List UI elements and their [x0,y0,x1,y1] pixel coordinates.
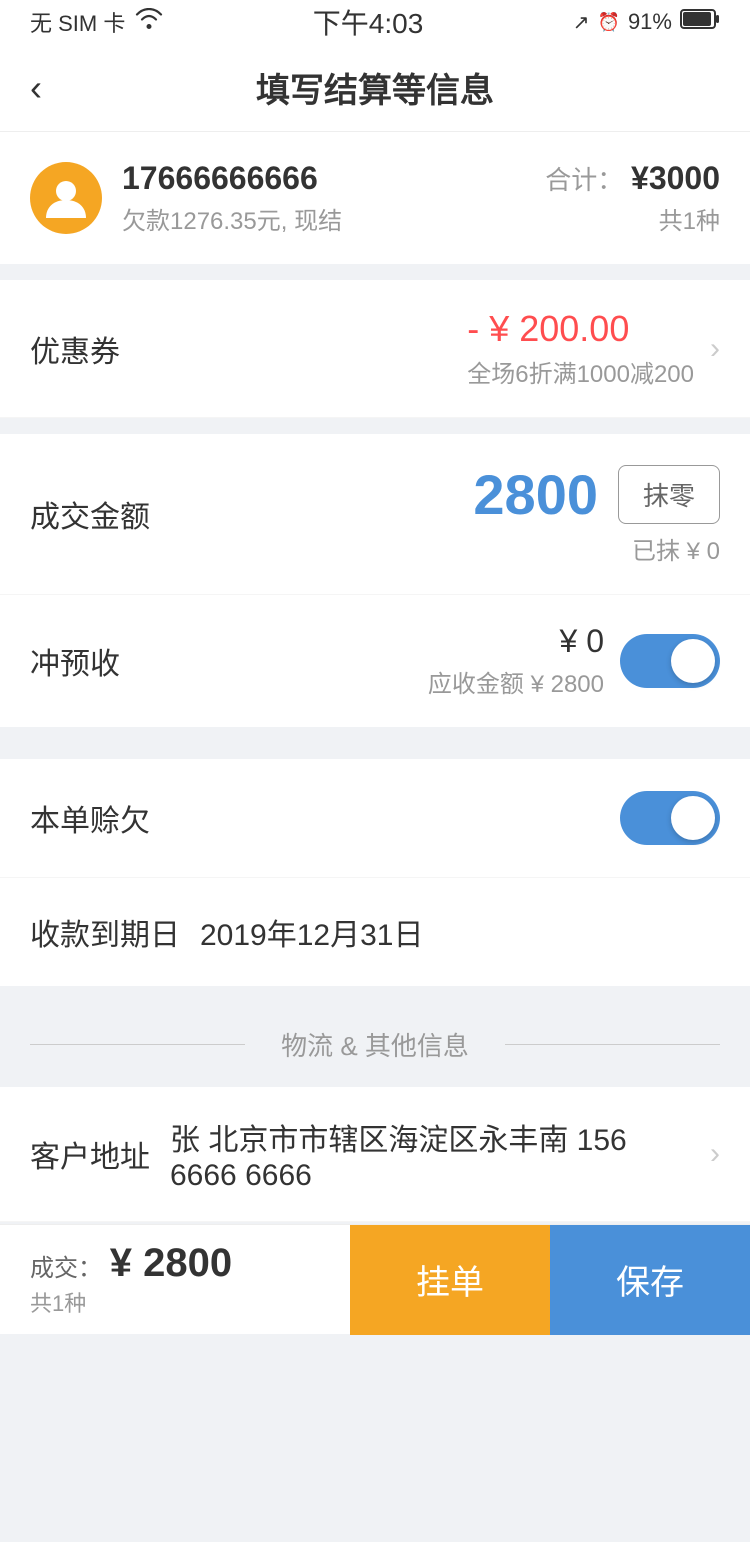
avatar [30,162,102,234]
alarm-icon: ⏰ [598,12,620,33]
amount-right: 2800 抹零 [473,462,720,527]
total-label: 合计： [545,165,623,195]
coupon-info: - ¥ 200.00 全场6折满1000减200 [467,308,694,389]
debt-label: 本单赊欠 [30,796,150,840]
transaction-right: 2800 抹零 已抹 ¥ 0 [473,462,720,566]
wifi-icon [135,8,163,37]
coupon-amount: - ¥ 200.00 [467,308,694,350]
customer-details: 17666666666 欠款1276.35元, 现结 [122,160,342,236]
hang-button[interactable]: 挂单 [350,1225,550,1335]
prepay-toggle[interactable] [620,634,720,688]
sim-label: 无 SIM 卡 [30,6,125,38]
bottom-total-value: ¥ 2800 [110,1241,232,1285]
bottom-total-label: 成交： [30,1255,102,1282]
address-chevron-icon: › [710,1137,720,1171]
page-title: 填写结算等信息 [256,63,494,112]
total-count: 共1种 [545,201,720,236]
debt-toggle[interactable] [620,791,720,845]
save-button[interactable]: 保存 [550,1225,750,1335]
coupon-right: - ¥ 200.00 全场6折满1000减200 › [467,308,720,389]
logistics-line-left [30,1044,245,1045]
battery-icon [680,8,720,37]
back-button[interactable]: ‹ [30,67,42,109]
separator-1 [0,418,750,434]
total-value: ¥3000 [631,160,720,196]
logistics-header: 物流 & 其他信息 [0,1002,750,1087]
separator-2 [0,727,750,743]
prepay-right-area: ¥ 0 应收金额 ¥ 2800 [428,623,720,699]
section-divider [0,986,750,1002]
customer-info-section: 17666666666 欠款1276.35元, 现结 合计： ¥3000 共1种 [0,132,750,264]
customer-sub: 欠款1276.35元, 现结 [122,201,342,236]
coupon-label: 优惠券 [30,327,120,371]
address-label: 客户地址 [30,1132,150,1176]
due-date-label: 收款到期日 [30,910,180,954]
prepay-amounts: ¥ 0 应收金额 ¥ 2800 [428,623,604,699]
prepay-label: 冲预收 [30,639,120,683]
bottom-info: 成交： ¥ 2800 共1种 [0,1241,350,1318]
status-bar-right: ↗ ⏰ 91% [573,8,720,37]
transaction-sub: 已抹 ¥ 0 [473,531,720,566]
bottom-bar: 成交： ¥ 2800 共1种 挂单 保存 [0,1224,750,1334]
status-bar-time: 下午4:03 [313,2,424,42]
due-date-row: 收款到期日 2019年12月31日 [0,877,750,986]
bottom-total-row: 成交： ¥ 2800 [30,1241,320,1286]
customer-left: 17666666666 欠款1276.35元, 现结 [30,160,342,236]
transaction-label: 成交金额 [30,492,150,536]
location-icon: ↗ [573,10,590,35]
status-bar-left: 无 SIM 卡 [30,6,163,38]
round-button[interactable]: 抹零 [618,465,720,524]
coupon-row[interactable]: 优惠券 - ¥ 200.00 全场6折满1000减200 › [0,280,750,418]
logistics-line-right [505,1044,720,1045]
coupon-desc: 全场6折满1000减200 [467,354,694,389]
total-row: 合计： ¥3000 [545,160,720,197]
address-row[interactable]: 客户地址 张 北京市市辖区海淀区永丰南 156 6666 6666 › [0,1087,750,1222]
nav-bar: ‹ 填写结算等信息 [0,44,750,132]
customer-right: 合计： ¥3000 共1种 [545,160,720,236]
debt-row: 本单赊欠 [0,759,750,877]
logistics-title: 物流 & 其他信息 [265,1026,485,1063]
prepay-sub: 应收金额 ¥ 2800 [428,664,604,699]
prepay-amount: ¥ 0 [560,623,604,660]
address-value: 张 北京市市辖区海淀区永丰南 156 6666 6666 [170,1115,690,1193]
chevron-right-icon: › [710,332,720,366]
battery-label: 91% [628,9,672,35]
bottom-count: 共1种 [30,1286,320,1318]
transaction-row: 成交金额 2800 抹零 已抹 ¥ 0 [0,434,750,595]
amount-section: 成交金额 2800 抹零 已抹 ¥ 0 冲预收 ¥ 0 应收金额 ¥ 2800 [0,434,750,727]
status-bar: 无 SIM 卡 下午4:03 ↗ ⏰ 91% [0,0,750,44]
due-date-value: 2019年12月31日 [200,910,423,954]
prepay-row: 冲预收 ¥ 0 应收金额 ¥ 2800 [0,595,750,727]
transaction-value: 2800 [473,462,598,527]
customer-phone: 17666666666 [122,160,342,197]
